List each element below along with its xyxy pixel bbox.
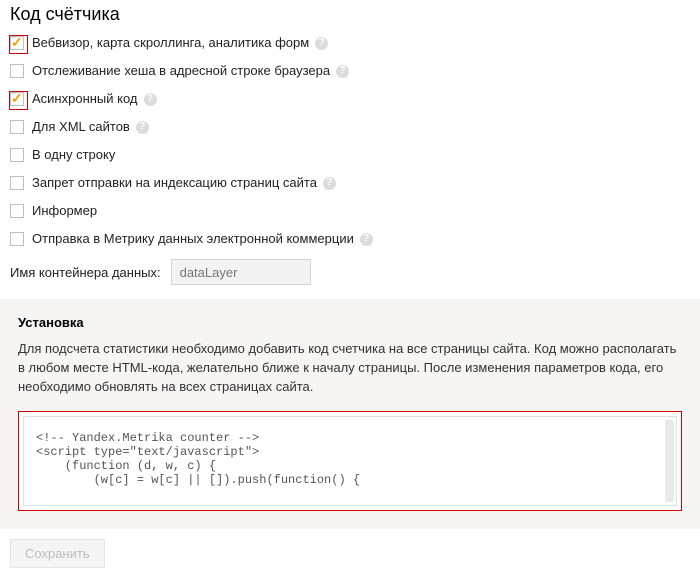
option-checkbox[interactable] <box>10 232 24 246</box>
option-checkbox[interactable] <box>10 36 24 50</box>
help-icon[interactable]: ? <box>336 65 349 78</box>
option-row: Информер <box>10 203 690 219</box>
option-row: Отправка в Метрику данных электронной ко… <box>10 231 690 247</box>
save-button[interactable]: Сохранить <box>10 539 105 568</box>
option-row: Отслеживание хеша в адресной строке брау… <box>10 63 690 79</box>
page-title: Код счётчика <box>10 4 690 25</box>
option-label: Для XML сайтов <box>32 119 130 135</box>
option-label: В одну строку <box>32 147 115 163</box>
container-name-input[interactable] <box>171 259 311 285</box>
option-label: Асинхронный код <box>32 91 138 107</box>
option-checkbox[interactable] <box>10 204 24 218</box>
option-row: Вебвизор, карта скроллинга, аналитика фо… <box>10 35 690 51</box>
option-label: Вебвизор, карта скроллинга, аналитика фо… <box>32 35 309 51</box>
option-checkbox[interactable] <box>10 120 24 134</box>
help-icon[interactable]: ? <box>360 233 373 246</box>
option-checkbox[interactable] <box>10 92 24 106</box>
install-heading: Установка <box>18 315 682 330</box>
install-section: Установка Для подсчета статистики необхо… <box>0 299 700 529</box>
option-label: Отправка в Метрику данных электронной ко… <box>32 231 354 247</box>
option-row: Запрет отправки на индексацию страниц са… <box>10 175 690 191</box>
install-text: Для подсчета статистики необходимо добав… <box>18 340 682 397</box>
help-icon[interactable]: ? <box>136 121 149 134</box>
help-icon[interactable]: ? <box>315 37 328 50</box>
code-highlight-frame: <!-- Yandex.Metrika counter --> <script … <box>18 411 682 511</box>
container-name-row: Имя контейнера данных: <box>10 259 690 285</box>
help-icon[interactable]: ? <box>323 177 336 190</box>
counter-code-textarea[interactable]: <!-- Yandex.Metrika counter --> <script … <box>23 416 677 506</box>
option-row: Для XML сайтов? <box>10 119 690 135</box>
option-checkbox[interactable] <box>10 64 24 78</box>
container-name-label: Имя контейнера данных: <box>10 265 161 280</box>
help-icon[interactable]: ? <box>144 93 157 106</box>
option-row: Асинхронный код? <box>10 91 690 107</box>
option-checkbox[interactable] <box>10 176 24 190</box>
option-label: Информер <box>32 203 97 219</box>
option-row: В одну строку <box>10 147 690 163</box>
option-checkbox[interactable] <box>10 148 24 162</box>
option-label: Запрет отправки на индексацию страниц са… <box>32 175 317 191</box>
option-label: Отслеживание хеша в адресной строке брау… <box>32 63 330 79</box>
